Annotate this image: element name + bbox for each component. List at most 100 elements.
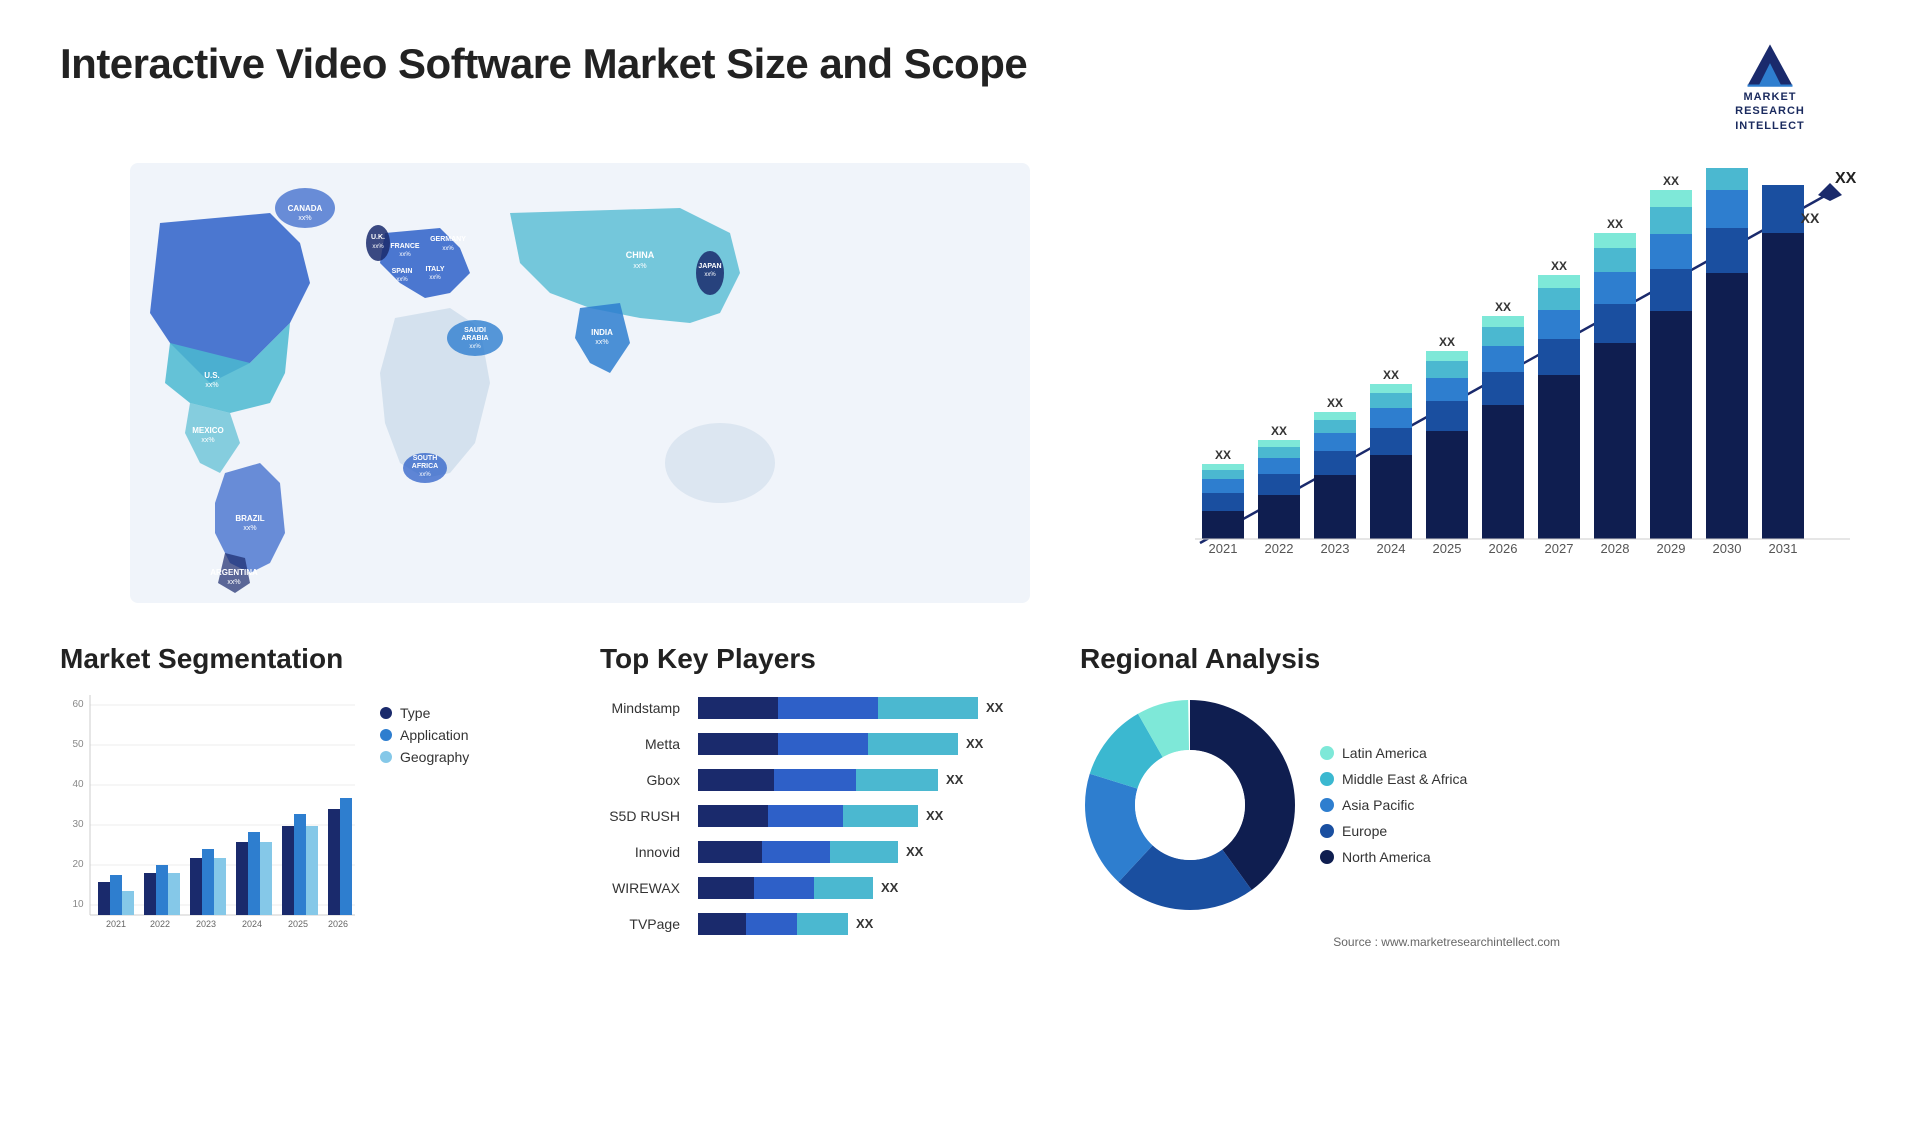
svg-text:U.K.: U.K. (371, 234, 385, 241)
seg-chart-svg: 60 50 40 30 20 10 (60, 695, 360, 935)
svg-text:2023: 2023 (196, 919, 216, 929)
list-item: Innovid XX (600, 839, 1060, 865)
player-bar-wrap: XX (698, 731, 1060, 757)
bar-dark (698, 697, 778, 719)
bar-chart-area: XX 2021 XX 2022 XX (1140, 163, 1860, 603)
svg-text:2030: 2030 (1713, 541, 1742, 556)
svg-text:xx%: xx% (227, 579, 240, 586)
player-name: WIREWAX (600, 880, 690, 896)
svg-text:xx%: xx% (469, 344, 481, 350)
world-map-area: CANADA xx% U.S. xx% MEXICO xx% BRAZIL xx… (60, 163, 1100, 603)
bar-med (774, 769, 856, 791)
bar-light (843, 805, 918, 827)
svg-text:xx%: xx% (399, 252, 411, 258)
player-name: Gbox (600, 772, 690, 788)
svg-text:xx%: xx% (205, 382, 218, 389)
svg-text:MEXICO: MEXICO (192, 426, 224, 435)
svg-text:XX: XX (1835, 170, 1857, 187)
svg-text:INDIA: INDIA (591, 328, 613, 337)
svg-text:XX: XX (1607, 217, 1623, 231)
donut-svg (1080, 695, 1300, 915)
bar-dark (698, 877, 754, 899)
segmentation-title: Market Segmentation (60, 643, 540, 675)
source-text: Source : www.marketresearchintellect.com (1080, 935, 1560, 949)
list-item: Mindstamp XX (600, 695, 1060, 721)
legend-asia-pacific: Asia Pacific (1320, 797, 1467, 813)
svg-text:2023: 2023 (1321, 541, 1350, 556)
regional-chart: Latin America Middle East & Africa Asia … (1080, 695, 1560, 915)
bar-dark (698, 913, 746, 935)
svg-text:2021: 2021 (1209, 541, 1238, 556)
svg-text:XX: XX (1801, 210, 1820, 226)
list-item: WIREWAX XX (600, 875, 1060, 901)
legend-label-mea: Middle East & Africa (1342, 771, 1467, 787)
player-name: S5D RUSH (600, 808, 690, 824)
svg-text:2025: 2025 (1433, 541, 1462, 556)
player-name: Mindstamp (600, 700, 690, 716)
legend-dot-application (380, 729, 392, 741)
bar-dark (698, 733, 778, 755)
svg-text:xx%: xx% (372, 244, 384, 250)
seg-bottom: 60 50 40 30 20 10 (60, 695, 540, 935)
svg-text:XX: XX (1271, 424, 1287, 438)
legend-geography: Geography (380, 749, 469, 765)
svg-text:50: 50 (72, 739, 84, 750)
player-bar-wrap: XX (698, 803, 1060, 829)
list-item: S5D RUSH XX (600, 803, 1060, 829)
svg-text:SPAIN: SPAIN (392, 268, 413, 275)
svg-text:2027: 2027 (1545, 541, 1574, 556)
bar-light (856, 769, 938, 791)
legend-label-europe: Europe (1342, 823, 1387, 839)
player-bar (698, 877, 873, 899)
svg-text:GERMANY: GERMANY (430, 236, 466, 243)
svg-text:2025: 2025 (288, 919, 308, 929)
bar-med (754, 877, 814, 899)
svg-text:U.S.: U.S. (204, 371, 220, 380)
bar-med (778, 733, 868, 755)
legend-dot-na (1320, 850, 1334, 864)
player-name: Metta (600, 736, 690, 752)
svg-text:CHINA: CHINA (626, 250, 655, 260)
player-value: XX (926, 808, 943, 823)
legend-dot-latin (1320, 746, 1334, 760)
svg-text:2022: 2022 (150, 919, 170, 929)
svg-text:2021: 2021 (106, 919, 126, 929)
legend-application: Application (380, 727, 469, 743)
legend-label-apac: Asia Pacific (1342, 797, 1414, 813)
seg-legend: Type Application Geography (380, 705, 469, 765)
svg-text:BRAZIL: BRAZIL (235, 514, 264, 523)
player-bar (698, 769, 938, 791)
top-section: CANADA xx% U.S. xx% MEXICO xx% BRAZIL xx… (60, 163, 1860, 603)
svg-text:2028: 2028 (1601, 541, 1630, 556)
svg-text:xx%: xx% (298, 215, 311, 222)
legend-latin-america: Latin America (1320, 745, 1467, 761)
svg-text:XX: XX (1719, 163, 1735, 166)
legend-label-latin: Latin America (1342, 745, 1427, 761)
legend-dot-apac (1320, 798, 1334, 812)
svg-text:JAPAN: JAPAN (698, 263, 721, 270)
svg-text:CANADA: CANADA (288, 204, 323, 213)
player-bar-wrap: XX (698, 839, 1060, 865)
svg-text:20: 20 (72, 859, 84, 870)
bar-chart-svg: XX 2021 XX 2022 XX (1140, 163, 1860, 603)
player-value: XX (906, 844, 923, 859)
svg-text:2029: 2029 (1657, 541, 1686, 556)
bar-med (762, 841, 830, 863)
player-bar (698, 841, 898, 863)
regional-title: Regional Analysis (1080, 643, 1560, 675)
svg-text:xx%: xx% (595, 339, 608, 346)
legend-label-na: North America (1342, 849, 1431, 865)
svg-text:xx%: xx% (396, 277, 408, 283)
player-bar-wrap: XX (698, 875, 1060, 901)
page-container: Interactive Video Software Market Size a… (0, 0, 1920, 1146)
regional-legend: Latin America Middle East & Africa Asia … (1320, 745, 1467, 865)
svg-text:2024: 2024 (242, 919, 262, 929)
header: Interactive Video Software Market Size a… (60, 40, 1860, 133)
key-players-title: Top Key Players (600, 643, 1060, 675)
legend-middle-east: Middle East & Africa (1320, 771, 1467, 787)
players-list: Mindstamp XX Metta (600, 695, 1060, 937)
bar-light (814, 877, 873, 899)
player-name: Innovid (600, 844, 690, 860)
legend-label-geography: Geography (400, 749, 469, 765)
bar-dark (698, 769, 774, 791)
